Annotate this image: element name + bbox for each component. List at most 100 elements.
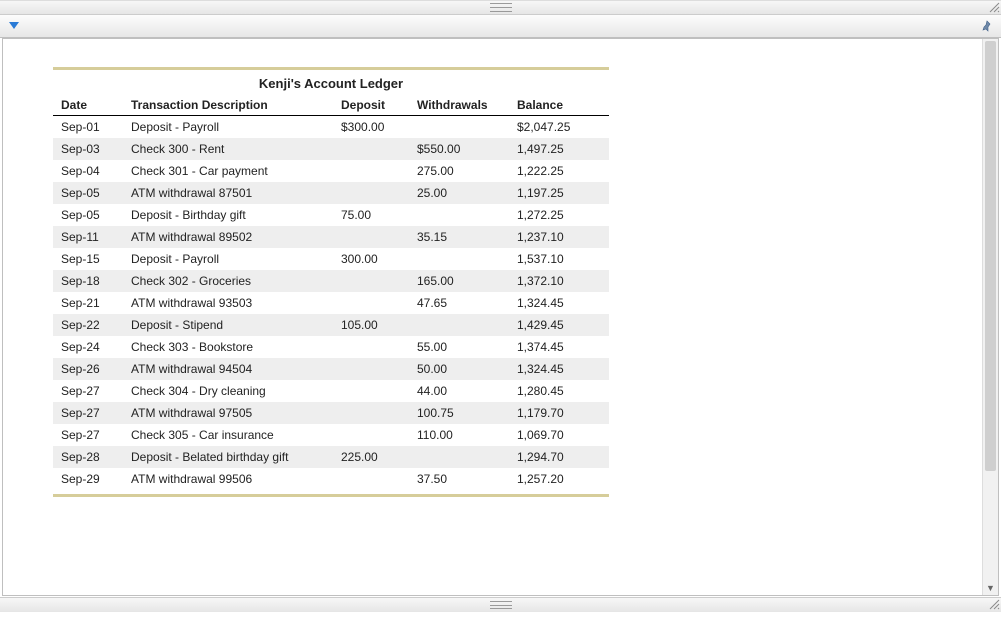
cell-withdrawal: 35.15 [409, 226, 509, 248]
cell-withdrawal [409, 314, 509, 336]
cell-date: Sep-18 [53, 270, 123, 292]
cell-withdrawal: 165.00 [409, 270, 509, 292]
col-header-balance: Balance [509, 95, 609, 116]
cell-description: Check 305 - Car insurance [123, 424, 333, 446]
cell-withdrawal: $550.00 [409, 138, 509, 160]
cell-balance: 1,372.10 [509, 270, 609, 292]
table-row: Sep-15Deposit - Payroll300.00 1,537.10 [53, 248, 609, 270]
expand-menu-button[interactable] [6, 18, 22, 34]
cell-description: ATM withdrawal 89502 [123, 226, 333, 248]
cell-deposit: 225.00 [333, 446, 409, 468]
document-body: Kenji's Account Ledger Date Transaction … [3, 39, 998, 517]
table-row: Sep-21ATM withdrawal 9350347.651,324.45 [53, 292, 609, 314]
table-row: Sep-27ATM withdrawal 97505 100.751,179.70 [53, 402, 609, 424]
cell-balance: 1,429.45 [509, 314, 609, 336]
cell-balance: 1,272.25 [509, 204, 609, 226]
cell-deposit: $300.00 [333, 116, 409, 139]
cell-balance: 1,222.25 [509, 160, 609, 182]
cell-deposit [333, 424, 409, 446]
cell-balance: 1,197.25 [509, 182, 609, 204]
ledger-title: Kenji's Account Ledger [53, 76, 609, 91]
col-header-description: Transaction Description [123, 95, 333, 116]
cell-date: Sep-15 [53, 248, 123, 270]
col-header-date: Date [53, 95, 123, 116]
cell-withdrawal [409, 446, 509, 468]
resize-handle-icon[interactable] [989, 599, 1000, 610]
cell-withdrawal: 275.00 [409, 160, 509, 182]
app-window: Kenji's Account Ledger Date Transaction … [0, 0, 1001, 636]
content-frame: Kenji's Account Ledger Date Transaction … [2, 38, 999, 596]
table-header-row: Date Transaction Description Deposit Wit… [53, 95, 609, 116]
resize-handle-icon[interactable] [989, 2, 1000, 13]
cell-deposit [333, 380, 409, 402]
cell-date: Sep-11 [53, 226, 123, 248]
cell-balance: 1,537.10 [509, 248, 609, 270]
cell-withdrawal: 110.00 [409, 424, 509, 446]
pin-button[interactable] [979, 18, 995, 34]
col-header-withdrawals: Withdrawals [409, 95, 509, 116]
table-row: Sep-01Deposit - Payroll$300.00$2,047.25 [53, 116, 609, 139]
cell-date: Sep-21 [53, 292, 123, 314]
cell-deposit [333, 468, 409, 490]
cell-deposit [333, 358, 409, 380]
cell-deposit [333, 182, 409, 204]
cell-balance: 1,069.70 [509, 424, 609, 446]
cell-balance: 1,294.70 [509, 446, 609, 468]
cell-deposit [333, 292, 409, 314]
bottom-drag-bar[interactable] [0, 597, 1001, 612]
table-row: Sep-29ATM withdrawal 9950637.501,257.20 [53, 468, 609, 490]
table-row: Sep-22Deposit - Stipend105.001,429.45 [53, 314, 609, 336]
cell-withdrawal [409, 204, 509, 226]
table-row: Sep-05Deposit - Birthday gift75.001,272.… [53, 204, 609, 226]
cell-description: ATM withdrawal 94504 [123, 358, 333, 380]
cell-deposit [333, 402, 409, 424]
cell-balance: 1,324.45 [509, 358, 609, 380]
table-row: Sep-27Check 305 - Car insurance110.001,0… [53, 424, 609, 446]
cell-withdrawal: 50.00 [409, 358, 509, 380]
top-drag-bar[interactable] [0, 0, 1001, 15]
cell-withdrawal: 44.00 [409, 380, 509, 402]
drag-grip-icon [490, 3, 512, 12]
cell-date: Sep-27 [53, 402, 123, 424]
cell-description: Check 303 - Bookstore [123, 336, 333, 358]
cell-balance: $2,047.25 [509, 116, 609, 139]
cell-balance: 1,179.70 [509, 402, 609, 424]
cell-deposit: 105.00 [333, 314, 409, 336]
cell-date: Sep-29 [53, 468, 123, 490]
table-row: Sep-04Check 301 - Car payment275.001,222… [53, 160, 609, 182]
ledger-table: Date Transaction Description Deposit Wit… [53, 95, 609, 490]
top-divider [53, 67, 609, 70]
content-scroll-area: Kenji's Account Ledger Date Transaction … [3, 39, 998, 595]
cell-description: Deposit - Belated birthday gift [123, 446, 333, 468]
cell-description: ATM withdrawal 97505 [123, 402, 333, 424]
vertical-scrollbar[interactable]: ▲ ▼ [982, 39, 998, 595]
cell-withdrawal [409, 116, 509, 139]
cell-deposit: 300.00 [333, 248, 409, 270]
cell-date: Sep-27 [53, 380, 123, 402]
scrollbar-thumb[interactable] [985, 41, 996, 471]
cell-description: Deposit - Payroll [123, 248, 333, 270]
cell-withdrawal: 100.75 [409, 402, 509, 424]
toolbar [0, 15, 1001, 38]
cell-deposit [333, 138, 409, 160]
col-header-deposit: Deposit [333, 95, 409, 116]
table-row: Sep-18Check 302 - Groceries 165.001,372.1… [53, 270, 609, 292]
cell-date: Sep-28 [53, 446, 123, 468]
cell-withdrawal: 47.65 [409, 292, 509, 314]
table-row: Sep-05ATM withdrawal 8750125.001,197.25 [53, 182, 609, 204]
cell-balance: 1,237.10 [509, 226, 609, 248]
cell-withdrawal: 37.50 [409, 468, 509, 490]
cell-date: Sep-03 [53, 138, 123, 160]
scroll-down-arrow-icon[interactable]: ▼ [983, 580, 998, 595]
cell-balance: 1,257.20 [509, 468, 609, 490]
cell-deposit [333, 226, 409, 248]
cell-deposit [333, 270, 409, 292]
cell-date: Sep-26 [53, 358, 123, 380]
cell-date: Sep-05 [53, 204, 123, 226]
table-row: Sep-28Deposit - Belated birthday gift225… [53, 446, 609, 468]
cell-date: Sep-24 [53, 336, 123, 358]
table-row: Sep-26ATM withdrawal 94504 50.001,324.45 [53, 358, 609, 380]
cell-deposit [333, 160, 409, 182]
cell-description: Check 302 - Groceries [123, 270, 333, 292]
cell-balance: 1,324.45 [509, 292, 609, 314]
